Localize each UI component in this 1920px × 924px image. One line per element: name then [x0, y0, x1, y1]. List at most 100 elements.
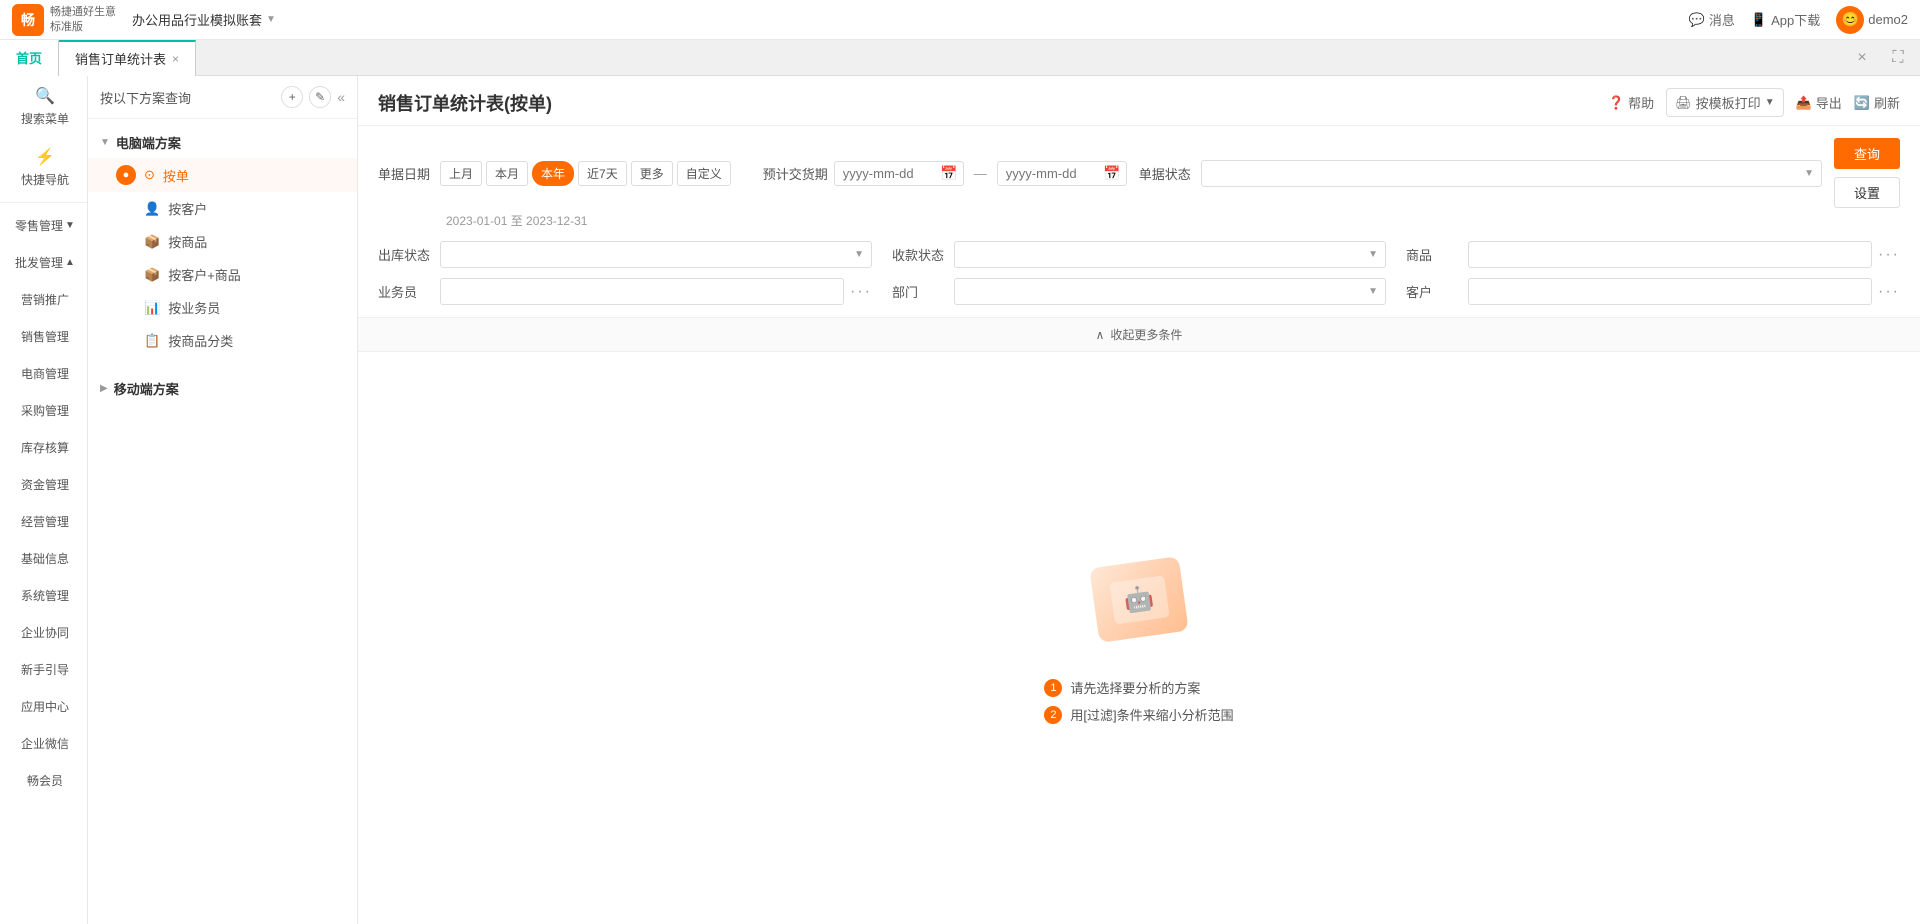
date-btn-this-month[interactable]: 本月 — [486, 161, 528, 186]
delivery-status-select[interactable] — [440, 241, 872, 268]
sidebar-item-apps[interactable]: 应用中心 — [0, 688, 87, 725]
empty-box-shape: 🤖 — [1089, 556, 1189, 643]
empty-box-inner: 🤖 — [1109, 575, 1169, 624]
user-menu[interactable]: 😊 demo2 — [1836, 6, 1908, 34]
sidebar-item-system[interactable]: 系统管理 — [0, 577, 87, 614]
customer-label: 客户 — [1406, 282, 1462, 301]
department-select[interactable] — [954, 278, 1386, 305]
expected-date-start[interactable] — [834, 161, 964, 186]
avatar: 😊 — [1836, 6, 1864, 34]
expected-date-end[interactable] — [997, 161, 1127, 186]
collapse-bar[interactable]: ∧ 收起更多条件 — [358, 318, 1920, 352]
tab-home[interactable]: 首页 — [0, 40, 59, 76]
sidebar-item-finance[interactable]: 资金管理 — [0, 466, 87, 503]
scheme-item-by-order[interactable]: ● ⊙ 按单 — [88, 158, 357, 192]
tab-bar-actions: × ⛶ — [1840, 44, 1920, 72]
tab-close-icon[interactable]: × — [172, 52, 179, 66]
pc-scheme-section: ▼ 电脑端方案 ● ⊙ 按单 👤 按客户 📦 按商品 — [88, 119, 357, 365]
sidebar-item-marketing[interactable]: 营销推广 — [0, 281, 87, 318]
date-btn-this-year[interactable]: 本年 — [532, 161, 574, 186]
window-maximize-button[interactable]: ⛶ — [1884, 44, 1912, 72]
sidebar-divider-1 — [0, 202, 87, 203]
scheme-item-by-cust-prod[interactable]: 📦 按客户+商品 — [88, 258, 357, 291]
status-select-wrap: ▼ — [1201, 160, 1822, 187]
empty-robot-face: 🤖 — [1122, 583, 1156, 616]
refresh-icon: 🔄 — [1854, 95, 1870, 111]
date-dash: — — [974, 166, 987, 181]
sidebar-item-purchase[interactable]: 采购管理 — [0, 392, 87, 429]
status-label: 单据状态 — [1139, 164, 1195, 183]
left-panel: 按以下方案查询 + ✎ « ▼ 电脑端方案 ● ⊙ 按单 — [88, 76, 358, 924]
logo-icon: 畅 — [12, 4, 44, 36]
chevron-down-icon: ▼ — [266, 14, 276, 25]
product-input[interactable] — [1468, 241, 1872, 268]
sidebar-item-inventory[interactable]: 库存核算 — [0, 429, 87, 466]
print-icon: 🖨 — [1675, 95, 1692, 111]
download-icon: 📱 — [1751, 12, 1767, 28]
scheme-item-by-customer[interactable]: 👤 按客户 — [88, 192, 357, 225]
step-num-1: 1 — [1044, 679, 1062, 697]
date-btn-last-month[interactable]: 上月 — [440, 161, 482, 186]
sidebar-item-retail[interactable]: 零售管理 ▼ — [0, 207, 87, 244]
date-btn-more[interactable]: 更多 — [631, 161, 673, 186]
page-header: 销售订单统计表(按单) ❓ 帮助 🖨 按模板打印 ▼ 📤 导出 — [358, 76, 1920, 126]
export-button[interactable]: 📤 导出 — [1796, 93, 1842, 112]
sidebar-item-enterprise[interactable]: 企业协同 — [0, 614, 87, 651]
message-button[interactable]: 💬 消息 — [1689, 10, 1735, 29]
refresh-button[interactable]: 🔄 刷新 — [1854, 93, 1900, 112]
by-cust-prod-icon: 📦 — [144, 267, 160, 283]
status-select[interactable] — [1201, 160, 1822, 187]
settings-button[interactable]: 设置 — [1834, 177, 1900, 208]
collapse-panel-button[interactable]: « — [337, 89, 345, 105]
window-close-button[interactable]: × — [1848, 44, 1876, 72]
print-button[interactable]: 🖨 按模板打印 ▼ — [1666, 88, 1783, 117]
page-header-actions: ❓ 帮助 🖨 按模板打印 ▼ 📤 导出 🔄 刷新 — [1608, 88, 1900, 117]
delivery-status-select-wrap: ▼ — [440, 241, 872, 268]
edit-scheme-button[interactable]: ✎ — [309, 86, 331, 108]
message-icon: 💬 — [1689, 12, 1705, 28]
department-select-wrap: ▼ — [954, 278, 1386, 305]
payment-status-select[interactable] — [954, 241, 1386, 268]
sidebar-item-ecommerce[interactable]: 电商管理 — [0, 355, 87, 392]
pc-section-title: 电脑端方案 — [116, 133, 181, 152]
date-btn-custom[interactable]: 自定义 — [677, 161, 731, 186]
customer-more-icon[interactable]: ··· — [1878, 283, 1900, 301]
empty-state: 🤖 1 请先选择要分析的方案 2 用[过滤]条件来缩小分析范围 — [1044, 552, 1233, 724]
scheme-item-by-product[interactable]: 📦 按商品 — [88, 225, 357, 258]
mobile-scheme-section-header[interactable]: ▶ 移动端方案 — [88, 373, 357, 404]
tab-bar: 首页 销售订单统计表 × × ⛶ — [0, 40, 1920, 76]
add-scheme-button[interactable]: + — [281, 86, 303, 108]
sidebar-item-business[interactable]: 经营管理 — [0, 503, 87, 540]
sidebar-item-search-menu[interactable]: 🔍 搜索菜单 — [0, 76, 87, 137]
sidebar-item-wholesale[interactable]: 批发管理 ▲ — [0, 244, 87, 281]
query-button[interactable]: 查询 — [1834, 138, 1900, 169]
payment-status-label: 收款状态 — [892, 245, 948, 264]
customer-input[interactable] — [1468, 278, 1872, 305]
pc-scheme-section-header[interactable]: ▼ 电脑端方案 — [88, 127, 357, 158]
help-button[interactable]: ❓ 帮助 — [1608, 93, 1654, 112]
date-btn-7days[interactable]: 近7天 — [578, 161, 627, 186]
main-layout: 🔍 搜索菜单 ⚡ 快捷导航 零售管理 ▼ 批发管理 ▲ 营销推广 销售管理 电商… — [0, 76, 1920, 924]
sidebar-item-newbie[interactable]: 新手引导 — [0, 651, 87, 688]
sidebar-item-sales[interactable]: 销售管理 — [0, 318, 87, 355]
main-content: 🤖 1 请先选择要分析的方案 2 用[过滤]条件来缩小分析范围 — [358, 352, 1920, 924]
by-customer-icon: 👤 — [144, 201, 160, 217]
sidebar: 🔍 搜索菜单 ⚡ 快捷导航 零售管理 ▼ 批发管理 ▲ 营销推广 销售管理 电商… — [0, 76, 88, 924]
salesman-label: 业务员 — [378, 282, 434, 301]
sidebar-item-quick-nav[interactable]: ⚡ 快捷导航 — [0, 137, 87, 198]
workspace-selector[interactable]: 办公用品行业模拟账套 ▼ — [124, 6, 284, 33]
salesman-more-icon[interactable]: ··· — [850, 283, 872, 301]
scheme-item-by-salesman[interactable]: 📊 按业务员 — [88, 291, 357, 324]
date-range-text: 2023-01-01 至 2023-12-31 — [446, 212, 587, 229]
logo-area: 畅 畅捷通好生意 标准版 — [12, 4, 116, 36]
sidebar-item-member[interactable]: 畅会员 — [0, 762, 87, 799]
app-download-button[interactable]: 📱 App下载 — [1751, 10, 1820, 29]
empty-steps: 1 请先选择要分析的方案 2 用[过滤]条件来缩小分析范围 — [1044, 678, 1233, 724]
sidebar-item-wechat[interactable]: 企业微信 — [0, 725, 87, 762]
sidebar-item-basics[interactable]: 基础信息 — [0, 540, 87, 577]
salesman-input[interactable] — [440, 278, 844, 305]
empty-step-2: 2 用[过滤]条件来缩小分析范围 — [1044, 705, 1233, 724]
tab-active[interactable]: 销售订单统计表 × — [59, 40, 196, 76]
product-more-icon[interactable]: ··· — [1878, 246, 1900, 264]
scheme-item-by-category[interactable]: 📋 按商品分类 — [88, 324, 357, 357]
